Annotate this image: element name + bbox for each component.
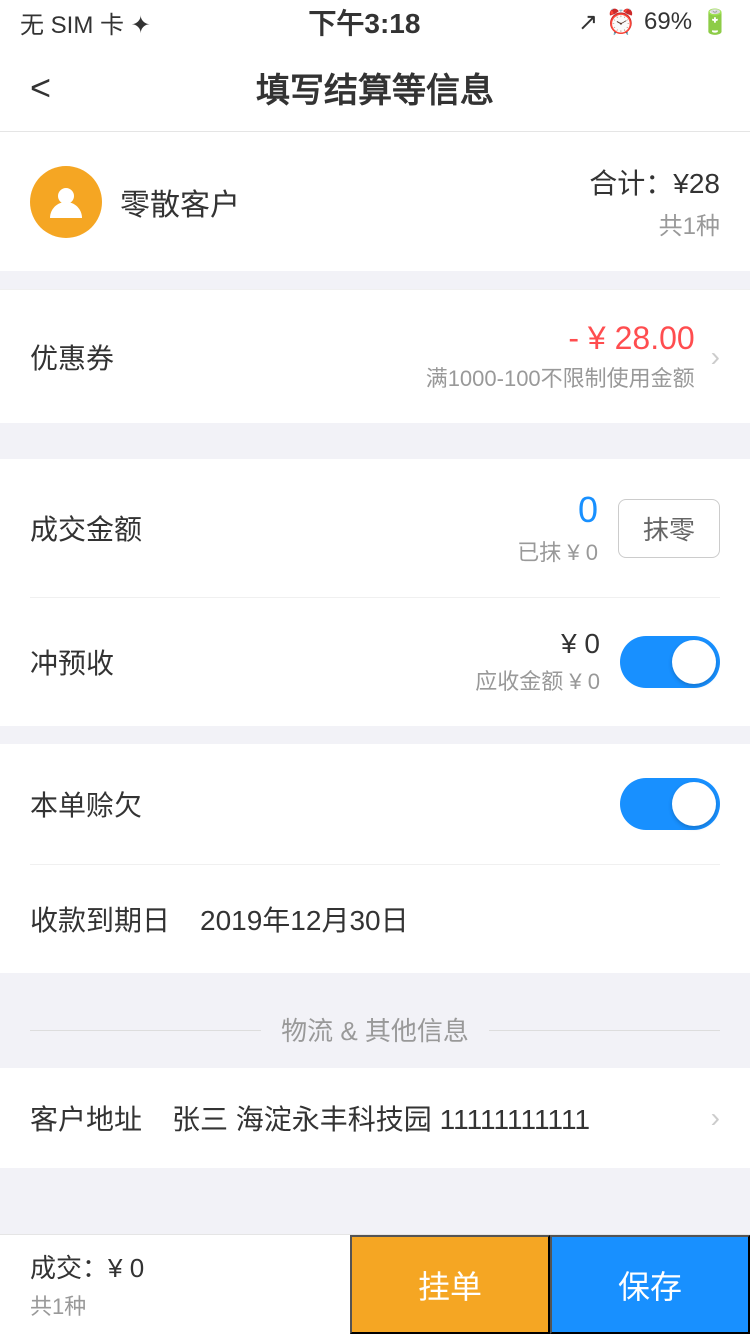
- logistics-label: 物流 & 其他信息: [261, 1011, 489, 1048]
- prepaid-label: 冲预收: [30, 642, 114, 682]
- bottom-count: 共1种: [30, 1289, 320, 1321]
- address-value: 张三 海淀永丰科技园 11111111111: [172, 1098, 711, 1138]
- coupon-desc: 满1000-100不限制使用金额: [426, 361, 695, 393]
- bottom-bar: 成交：¥ 0 共1种 挂单 保存: [0, 1234, 750, 1334]
- pending-button[interactable]: 挂单: [350, 1235, 550, 1334]
- transaction-value[interactable]: 0: [517, 489, 598, 531]
- battery-text: 69%: [644, 8, 692, 36]
- address-row[interactable]: 客户地址 张三 海淀永丰科技园 11111111111 ›: [0, 1068, 750, 1168]
- status-time: 下午3:18: [308, 2, 420, 42]
- date-label: 收款到期日: [30, 899, 170, 939]
- page-title: 填写结算等信息: [256, 63, 494, 112]
- toggle-knob: [672, 640, 716, 684]
- divider-1: [0, 441, 750, 459]
- back-button[interactable]: <: [30, 67, 51, 109]
- battery-icon: 🔋: [700, 8, 730, 37]
- logistics-divider: 物流 & 其他信息: [0, 991, 750, 1068]
- bottom-transaction: 成交：¥ 0: [30, 1248, 320, 1285]
- status-left: 无 SIM 卡 ✦: [20, 5, 151, 40]
- bottom-info: 成交：¥ 0 共1种: [0, 1235, 350, 1334]
- credit-row: 本单赊欠: [30, 744, 720, 864]
- avatar: [30, 166, 102, 238]
- transaction-row: 成交金额 0 已抹 ¥ 0 抹零: [30, 459, 720, 597]
- save-button[interactable]: 保存: [550, 1235, 750, 1334]
- status-bar: 无 SIM 卡 ✦ 下午3:18 ↗ ⏰ 69% 🔋: [0, 0, 750, 44]
- round-button[interactable]: 抹零: [618, 499, 720, 558]
- coupon-row[interactable]: 优惠券 - ¥ 28.00 满1000-100不限制使用金额 ›: [0, 289, 750, 423]
- transaction-prefix: 成交：: [30, 1253, 108, 1283]
- transaction-amount: ¥ 0: [108, 1253, 144, 1283]
- address-label: 客户地址: [30, 1098, 142, 1138]
- transaction-right: 0 已抹 ¥ 0 抹零: [517, 489, 720, 567]
- location-icon: ↗: [578, 8, 598, 37]
- transaction-sub: 已抹 ¥ 0: [517, 535, 598, 567]
- customer-name: 零散客户: [120, 180, 240, 224]
- coupon-right: - ¥ 28.00 满1000-100不限制使用金额 ›: [426, 320, 720, 393]
- coupon-section[interactable]: 优惠券 - ¥ 28.00 满1000-100不限制使用金额 ›: [0, 289, 750, 423]
- coupon-value-block: - ¥ 28.00 满1000-100不限制使用金额: [426, 320, 695, 393]
- signal-text: 无 SIM 卡 ✦: [20, 5, 151, 40]
- prepaid-value-block: ¥ 0 应收金额 ¥ 0: [475, 628, 600, 696]
- customer-total: 合计：¥28: [589, 162, 720, 202]
- prepaid-right: ¥ 0 应收金额 ¥ 0: [475, 628, 720, 696]
- nav-bar: < 填写结算等信息: [0, 44, 750, 132]
- address-chevron-icon: ›: [711, 1102, 720, 1134]
- coupon-label: 优惠券: [30, 337, 114, 377]
- alarm-icon: ⏰: [606, 8, 636, 37]
- prepaid-row: 冲预收 ¥ 0 应收金额 ¥ 0: [30, 597, 720, 726]
- coupon-amount: - ¥ 28.00: [426, 320, 695, 357]
- date-row: 收款到期日 2019年12月30日: [30, 864, 720, 973]
- credit-toggle-knob: [672, 782, 716, 826]
- customer-summary: 合计：¥28 共1种: [589, 162, 720, 241]
- customer-row: 零散客户 合计：¥28 共1种: [0, 132, 750, 271]
- status-right: ↗ ⏰ 69% 🔋: [578, 8, 730, 37]
- transaction-section: 成交金额 0 已抹 ¥ 0 抹零 冲预收 ¥ 0 应收金额 ¥ 0: [0, 459, 750, 726]
- divider-2: [0, 726, 750, 744]
- credit-section: 本单赊欠 收款到期日 2019年12月30日: [0, 744, 750, 973]
- address-section[interactable]: 客户地址 张三 海淀永丰科技园 11111111111 ›: [0, 1068, 750, 1168]
- transaction-label: 成交金额: [30, 508, 142, 548]
- amount-input-area: 0 已抹 ¥ 0: [517, 489, 598, 567]
- credit-toggle[interactable]: [620, 778, 720, 830]
- prepaid-toggle[interactable]: [620, 636, 720, 688]
- customer-count: 共1种: [589, 206, 720, 241]
- customer-section: 零散客户 合计：¥28 共1种: [0, 132, 750, 271]
- prepaid-main: ¥ 0: [475, 628, 600, 660]
- customer-left: 零散客户: [30, 166, 240, 238]
- date-value[interactable]: 2019年12月30日: [200, 899, 409, 939]
- credit-label: 本单赊欠: [30, 784, 142, 824]
- prepaid-sub: 应收金额 ¥ 0: [475, 664, 600, 696]
- chevron-right-icon: ›: [711, 341, 720, 373]
